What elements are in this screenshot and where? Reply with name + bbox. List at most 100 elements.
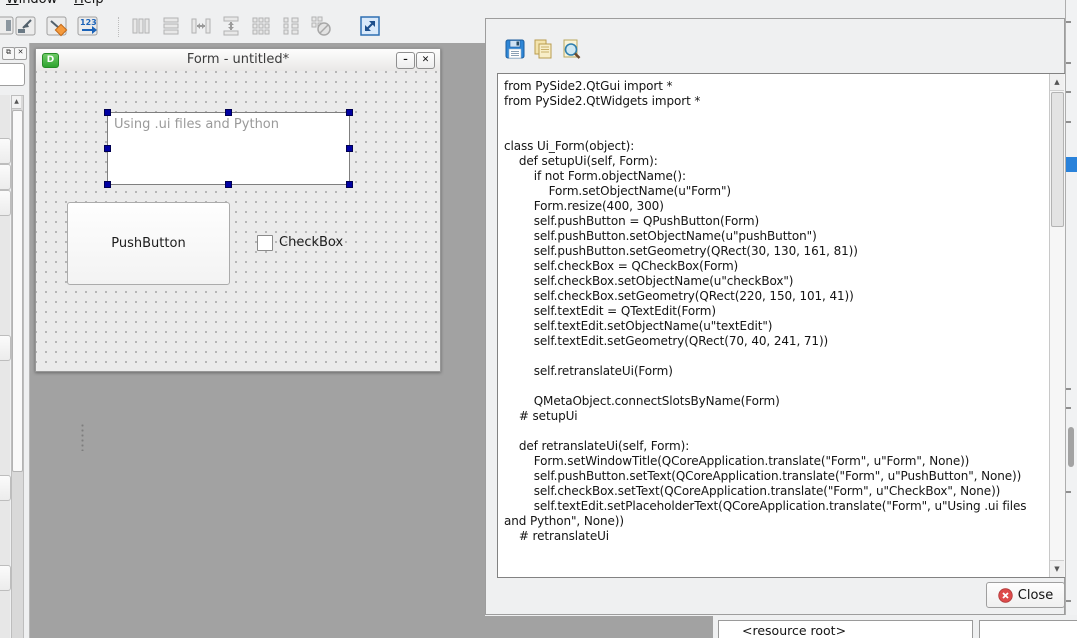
close-x-icon: [998, 588, 1013, 603]
property-row: [1066, 388, 1071, 390]
close-dialog-button[interactable]: Close: [986, 582, 1065, 608]
layout-vertical-splitter-icon[interactable]: [219, 14, 243, 38]
checkbox-indicator[interactable]: [257, 235, 273, 251]
code-viewer-dialog: from PySide2.QtGui import *from PySide2.…: [485, 18, 1065, 615]
edit-tab-order-icon[interactable]: 123: [76, 14, 100, 38]
code-line: [504, 424, 1047, 439]
layout-grid-icon[interactable]: [249, 14, 273, 38]
close-button[interactable]: ✕: [416, 52, 435, 69]
code-line: def setupUi(self, Form):: [504, 154, 1047, 169]
code-line: self.pushButton.setGeometry(QRect(30, 13…: [504, 244, 1047, 259]
qt-designer-window: Window Help 123: [0, 0, 1077, 638]
menubar: Window Help: [0, 0, 1077, 7]
layout-form-icon[interactable]: [279, 14, 303, 38]
code-line: [504, 109, 1047, 124]
selection-handle[interactable]: [104, 145, 111, 152]
checkbox-label: CheckBox: [279, 235, 343, 250]
resource-preview-pane[interactable]: [979, 620, 1077, 638]
adjust-size-icon[interactable]: [358, 14, 382, 38]
selected-property-row[interactable]: [1066, 157, 1077, 172]
form-titlebar[interactable]: D Form - untitled* – ✕: [36, 49, 440, 72]
code-line: self.checkBox = QCheckBox(Form): [504, 259, 1047, 274]
code-line: self.retranslateUi(Form): [504, 364, 1047, 379]
form-editor-window: D Form - untitled* – ✕ Using .ui files a…: [35, 48, 441, 372]
widget-box-item[interactable]: [0, 565, 11, 591]
dock-close-icon[interactable]: ✕: [14, 47, 27, 60]
minimize-button[interactable]: –: [396, 52, 415, 69]
property-row: [1066, 491, 1071, 493]
code-line: and Python", None)): [504, 514, 1047, 529]
code-line: # retranslateUi: [504, 529, 1047, 544]
scrollbar-thumb[interactable]: [1068, 427, 1074, 467]
code-view[interactable]: from PySide2.QtGui import *from PySide2.…: [497, 73, 1066, 578]
widget-box-dock: ⧉ ✕ ▲: [0, 43, 30, 638]
code-line: Form.setWindowTitle(QCoreApplication.tra…: [504, 454, 1047, 469]
resource-root-item[interactable]: <resource root>: [742, 623, 846, 638]
selection-handle[interactable]: [225, 109, 232, 116]
widget-box-item[interactable]: [0, 138, 11, 164]
menu-window[interactable]: Window: [6, 0, 57, 7]
code-line: self.pushButton.setObjectName(u"pushButt…: [504, 229, 1047, 244]
widget-box-item[interactable]: [0, 190, 11, 216]
scrollbar-thumb[interactable]: [1051, 92, 1064, 227]
copy-icon[interactable]: [532, 38, 554, 60]
code-line: self.textEdit.setPlaceholderText(QCoreAp…: [504, 499, 1047, 514]
code-line: [504, 124, 1047, 139]
code-line: self.pushButton = QPushButton(Form): [504, 214, 1047, 229]
scrollbar-thumb[interactable]: [12, 110, 23, 472]
scroll-up-icon[interactable]: ▲: [12, 96, 21, 109]
menu-help[interactable]: Help: [74, 0, 104, 7]
scroll-up-icon[interactable]: ▲: [1050, 74, 1064, 91]
checkbox-widget[interactable]: CheckBox: [257, 222, 358, 263]
code-line: self.textEdit = QTextEdit(Form): [504, 304, 1047, 319]
code-line: [504, 349, 1047, 364]
widget-box-item[interactable]: [0, 335, 11, 361]
find-icon[interactable]: [560, 38, 582, 60]
save-icon[interactable]: [504, 38, 526, 60]
code-line: self.checkBox.setGeometry(QRect(220, 150…: [504, 289, 1047, 304]
textedit-placeholder: Using .ui files and Python: [114, 117, 279, 132]
code-line: def retranslateUi(self, Form):: [504, 439, 1047, 454]
selection-handle[interactable]: [346, 145, 353, 152]
edit-signals-slots-icon[interactable]: [14, 14, 38, 38]
splitter-handle[interactable]: [81, 423, 84, 451]
toolbar-separator: [118, 17, 120, 37]
selection-handle[interactable]: [104, 109, 111, 116]
code-line: from PySide2.QtWidgets import *: [504, 94, 1047, 109]
code-line: self.textEdit.setObjectName(u"textEdit"): [504, 319, 1047, 334]
form-canvas[interactable]: Using .ui files and Python PushButton Ch…: [36, 71, 440, 371]
code-text: from PySide2.QtGui import *from PySide2.…: [504, 79, 1047, 544]
pushbutton-widget[interactable]: PushButton: [67, 202, 230, 285]
edit-buddies-icon[interactable]: [45, 14, 69, 38]
break-layout-icon[interactable]: [309, 14, 333, 38]
code-line: from PySide2.QtGui import *: [504, 79, 1047, 94]
widget-box-scrollbar[interactable]: ▲: [11, 95, 24, 638]
code-line: QMetaObject.connectSlotsByName(Form): [504, 394, 1047, 409]
widget-filter-input[interactable]: [0, 63, 25, 86]
layout-horizontal-splitter-icon[interactable]: [189, 14, 213, 38]
property-row: [1066, 407, 1071, 409]
code-line: Form.resize(400, 300): [504, 199, 1047, 214]
close-button-label: Close: [1018, 588, 1053, 603]
property-row: [1066, 62, 1071, 64]
code-line: Form.setObjectName(u"Form"): [504, 184, 1047, 199]
textedit-widget[interactable]: Using .ui files and Python: [107, 112, 350, 185]
selection-handle[interactable]: [225, 181, 232, 188]
selection-handle[interactable]: [104, 181, 111, 188]
scroll-down-icon[interactable]: ▼: [1050, 560, 1064, 577]
resource-tree[interactable]: <resource root>: [718, 620, 973, 638]
layout-vertically-icon[interactable]: [159, 14, 183, 38]
selection-handle[interactable]: [346, 109, 353, 116]
property-row: [1066, 21, 1071, 23]
code-line: self.textEdit.setGeometry(QRect(70, 40, …: [504, 334, 1047, 349]
selection-handle[interactable]: [346, 181, 353, 188]
resource-browser-panel: <resource root>: [713, 615, 1077, 638]
code-line: # setupUi: [504, 409, 1047, 424]
layout-horizontally-icon[interactable]: [129, 14, 153, 38]
property-row: [1066, 91, 1071, 93]
widget-box-item[interactable]: [0, 164, 11, 190]
code-line: [504, 379, 1047, 394]
widget-box-item[interactable]: [0, 475, 11, 501]
form-window-title: Form - untitled*: [36, 52, 440, 67]
code-scrollbar[interactable]: ▲ ▼: [1049, 74, 1065, 577]
